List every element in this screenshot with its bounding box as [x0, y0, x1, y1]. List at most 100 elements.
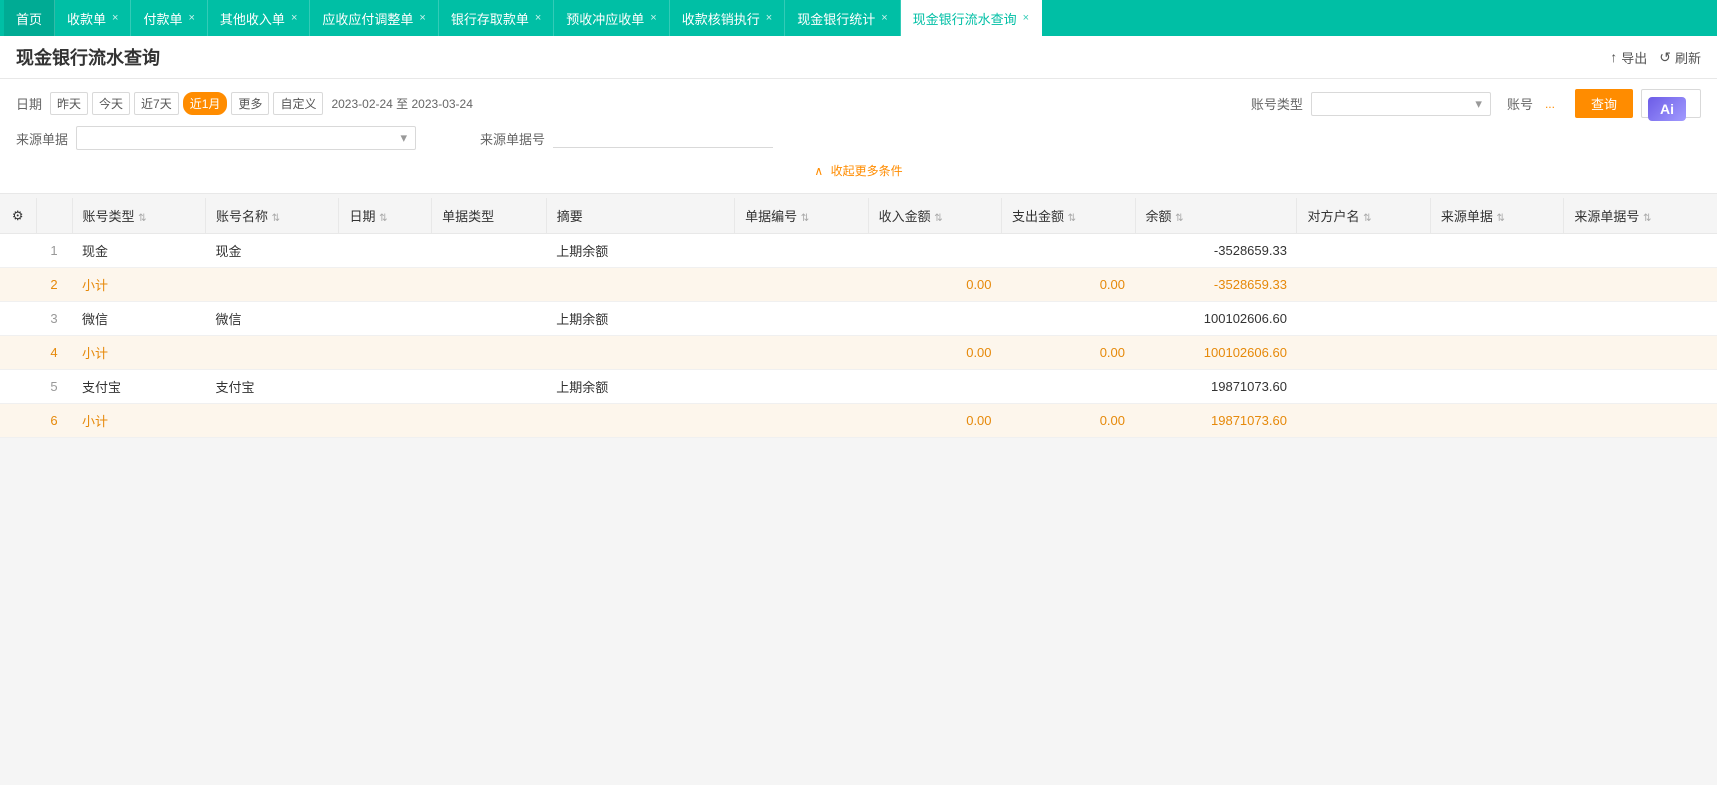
th-source-doc[interactable]: 来源单据 ⇅ — [1430, 198, 1563, 234]
close-icon[interactable]: × — [535, 12, 541, 24]
table-cell: 6 — [36, 404, 72, 438]
close-icon[interactable]: × — [419, 12, 425, 24]
table-cell: 0.00 — [868, 268, 1001, 302]
table-cell — [868, 370, 1001, 404]
table-cell: 小计 — [72, 404, 205, 438]
table-cell — [735, 302, 868, 336]
header-actions: ↑ 导出 ↺ 刷新 — [1610, 48, 1701, 67]
table-cell — [339, 404, 432, 438]
date-btn-today[interactable]: 今天 — [92, 92, 130, 115]
export-button[interactable]: ↑ 导出 — [1610, 48, 1647, 67]
table-cell — [1564, 234, 1717, 268]
table-cell — [0, 336, 36, 370]
table-cell — [1430, 302, 1563, 336]
nav-home[interactable]: 首页 — [4, 0, 55, 36]
close-icon[interactable]: × — [1023, 12, 1029, 24]
filter-area: 日期 昨天 今天 近7天 近1月 更多 自定义 2023-02-24 至 202… — [0, 79, 1717, 194]
nav-tab-collection[interactable]: 收款核销执行 × — [670, 0, 785, 36]
nav-tab-cashflow[interactable]: 现金银行流水查询 × — [901, 0, 1042, 36]
table-cell — [205, 336, 338, 370]
top-nav: 首页 收款单 × 付款单 × 其他收入单 × 应收应付调整单 × 银行存取款单 … — [0, 0, 1717, 36]
th-income[interactable]: 收入金额 ⇅ — [868, 198, 1001, 234]
date-range-text: 2023-02-24 至 2023-03-24 — [331, 95, 472, 112]
close-icon[interactable]: × — [650, 12, 656, 24]
nav-tab-presale[interactable]: 预收冲应收单 × — [554, 0, 669, 36]
table-cell — [432, 268, 547, 302]
table-cell — [1564, 336, 1717, 370]
ai-badge[interactable]: Ai — [1648, 97, 1686, 121]
table-cell: 0.00 — [1002, 268, 1135, 302]
date-btn-custom[interactable]: 自定义 — [273, 92, 323, 115]
th-date[interactable]: 日期 ⇅ — [339, 198, 432, 234]
nav-tab-bank-withdraw[interactable]: 银行存取款单 × — [439, 0, 554, 36]
table-cell: 1 — [36, 234, 72, 268]
table-cell — [0, 234, 36, 268]
th-expense[interactable]: 支出金额 ⇅ — [1002, 198, 1135, 234]
table-cell: 上期余额 — [546, 234, 734, 268]
table-cell — [735, 404, 868, 438]
export-icon: ↑ — [1610, 49, 1617, 65]
th-doc-no[interactable]: 单据编号 ⇅ — [735, 198, 868, 234]
table-cell: 现金 — [72, 234, 205, 268]
th-num — [36, 198, 72, 234]
table-cell — [1297, 302, 1430, 336]
nav-tab-stats[interactable]: 现金银行统计 × — [785, 0, 900, 36]
table-cell: 支付宝 — [72, 370, 205, 404]
th-gear[interactable]: ⚙ — [0, 198, 36, 234]
close-icon[interactable]: × — [766, 12, 772, 24]
close-icon[interactable]: × — [881, 12, 887, 24]
source-doc-no-filter-group: 来源单据号 — [480, 128, 773, 148]
table-cell: 小计 — [72, 268, 205, 302]
date-btn-7days[interactable]: 近7天 — [134, 92, 179, 115]
refresh-button[interactable]: ↺ 刷新 — [1659, 48, 1701, 67]
chevron-down-icon: ▾ — [1475, 96, 1482, 112]
more-account-button[interactable]: ... — [1541, 95, 1559, 113]
table-cell — [735, 234, 868, 268]
table-cell — [546, 336, 734, 370]
table-cell: 0.00 — [1002, 336, 1135, 370]
table-cell — [868, 234, 1001, 268]
account-type-select[interactable]: ▾ — [1311, 92, 1491, 116]
source-doc-filter-group: 来源单据 ▾ — [16, 126, 416, 150]
query-button[interactable]: 查询 — [1575, 89, 1633, 118]
th-account-name[interactable]: 账号名称 ⇅ — [205, 198, 338, 234]
th-balance[interactable]: 余额 ⇅ — [1135, 198, 1297, 234]
table-cell — [339, 302, 432, 336]
table-cell — [1297, 234, 1430, 268]
table-cell: 3 — [36, 302, 72, 336]
collapse-bar[interactable]: ∧ 收起更多条件 — [16, 158, 1701, 183]
table-cell — [0, 268, 36, 302]
table-cell: 0.00 — [868, 336, 1001, 370]
collapse-icon: ∧ — [814, 164, 823, 178]
table-cell: 0.00 — [868, 404, 1001, 438]
date-btn-more[interactable]: 更多 — [231, 92, 269, 115]
table-container: ⚙ 账号类型 ⇅ 账号名称 ⇅ 日期 ⇅ 单据类型 摘要 单据编号 ⇅ 收入金额… — [0, 198, 1717, 438]
th-account-type[interactable]: 账号类型 ⇅ — [72, 198, 205, 234]
table-row: 3微信微信上期余额100102606.60 — [0, 302, 1717, 336]
close-icon[interactable]: × — [291, 12, 297, 24]
th-source-doc-no[interactable]: 来源单据号 ⇅ — [1564, 198, 1717, 234]
table-cell: 100102606.60 — [1135, 336, 1297, 370]
nav-tab-other-income[interactable]: 其他收入单 × — [208, 0, 310, 36]
nav-tab-adjust[interactable]: 应收应付调整单 × — [310, 0, 438, 36]
account-filter-group: 账号 ... — [1507, 94, 1559, 113]
th-counterparty[interactable]: 对方户名 ⇅ — [1297, 198, 1430, 234]
filter-row-1: 日期 昨天 今天 近7天 近1月 更多 自定义 2023-02-24 至 202… — [16, 89, 1701, 118]
table-cell — [1564, 302, 1717, 336]
nav-tab-fukuan[interactable]: 付款单 × — [131, 0, 207, 36]
collapse-label: 收起更多条件 — [831, 164, 903, 178]
table-cell — [1002, 302, 1135, 336]
date-btn-1month[interactable]: 近1月 — [183, 92, 228, 115]
source-doc-select[interactable]: ▾ — [76, 126, 416, 150]
nav-tab-shoukuan[interactable]: 收款单 × — [55, 0, 131, 36]
source-doc-no-input[interactable] — [553, 128, 773, 148]
main-table: ⚙ 账号类型 ⇅ 账号名称 ⇅ 日期 ⇅ 单据类型 摘要 单据编号 ⇅ 收入金额… — [0, 198, 1717, 438]
chevron-down-icon: ▾ — [400, 130, 407, 146]
date-btn-yesterday[interactable]: 昨天 — [50, 92, 88, 115]
table-cell — [1297, 336, 1430, 370]
close-icon[interactable]: × — [112, 12, 118, 24]
table-cell — [0, 404, 36, 438]
source-doc-label: 来源单据 — [16, 129, 68, 148]
table-cell: 现金 — [205, 234, 338, 268]
close-icon[interactable]: × — [188, 12, 194, 24]
